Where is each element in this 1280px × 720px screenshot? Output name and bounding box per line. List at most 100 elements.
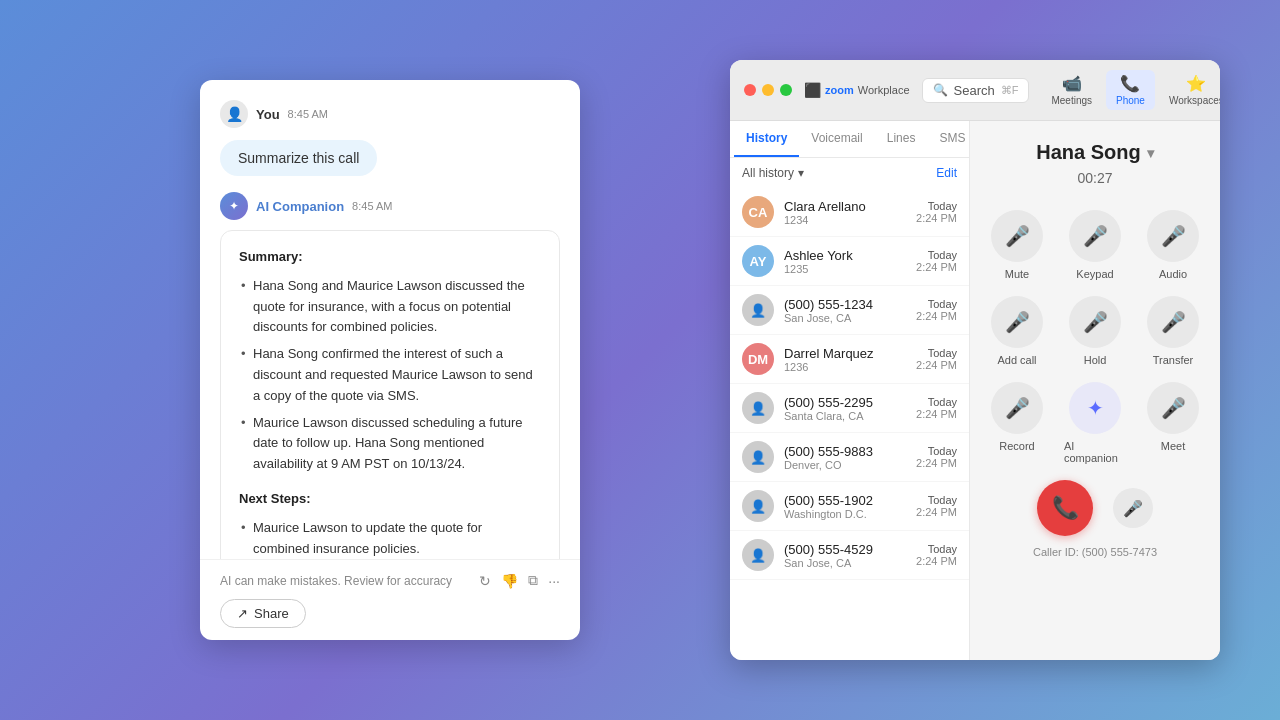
copy-icon[interactable]: ⧉ [528, 572, 538, 589]
list-item[interactable]: 👤 (500) 555-4529 San Jose, CA Today 2:24… [730, 531, 969, 580]
search-icon: 🔍 [933, 83, 948, 97]
meet-label: Meet [1161, 440, 1185, 452]
nav-meetings-label: Meetings [1051, 95, 1092, 106]
list-item[interactable]: CA Clara Arellano 1234 Today 2:24 PM [730, 188, 969, 237]
contact-time: Today 2:24 PM [916, 396, 957, 420]
avatar: DM [742, 343, 774, 375]
thumbs-up-icon[interactable]: ↻ [479, 573, 491, 589]
avatar: CA [742, 196, 774, 228]
record-label: Record [999, 440, 1034, 452]
more-icon[interactable]: ··· [548, 573, 560, 589]
tab-lines[interactable]: Lines [875, 121, 928, 157]
meet-icon: 🎤 [1147, 382, 1199, 434]
contact-info: Darrel Marquez 1236 [784, 346, 906, 373]
contact-info: (500) 555-4529 San Jose, CA [784, 542, 906, 569]
contact-time: Today 2:24 PM [916, 347, 957, 371]
contact-info: (500) 555-1902 Washington D.C. [784, 493, 906, 520]
contact-time-val: 2:24 PM [916, 506, 957, 518]
hold-label: Hold [1084, 354, 1107, 366]
meet-button[interactable]: 🎤 Meet [1142, 382, 1204, 464]
list-item[interactable]: 👤 (500) 555-2295 Santa Clara, CA Today 2… [730, 384, 969, 433]
chat-messages: 👤 You 8:45 AM Summarize this call ✦ AI C… [200, 80, 580, 559]
nav-meetings[interactable]: 📹 Meetings [1041, 70, 1102, 110]
zoom-panel: ⬛ zoom Workplace 🔍 Search ⌘F 📹 Meetings … [730, 60, 1220, 660]
list-item[interactable]: AY Ashlee York 1235 Today 2:24 PM [730, 237, 969, 286]
mic-button[interactable]: 🎤 [1113, 488, 1153, 528]
list-item[interactable]: 👤 (500) 555-9883 Denver, CO Today 2:24 P… [730, 433, 969, 482]
call-duration: 00:27 [1077, 170, 1112, 186]
filter-label: All history [742, 166, 794, 180]
zoom-content: History Voicemail Lines SMS All history … [730, 121, 1220, 660]
call-panel: Hana Song ▾ 00:27 🎤 Mute 🎤 Keypad 🎤 Audi… [970, 121, 1220, 660]
contact-list: CA Clara Arellano 1234 Today 2:24 PM AY … [730, 188, 969, 660]
call-name-text: Hana Song [1036, 141, 1140, 164]
minimize-button[interactable] [762, 84, 774, 96]
ai-companion-button[interactable]: ✦ AI companion [1064, 382, 1126, 464]
contact-date: Today [916, 347, 957, 359]
summary-list: Hana Song and Maurice Lawson discussed t… [239, 276, 541, 475]
search-bar[interactable]: 🔍 Search ⌘F [922, 78, 1030, 103]
record-button[interactable]: 🎤 Record [986, 382, 1048, 464]
tab-voicemail[interactable]: Voicemail [799, 121, 874, 157]
end-call-icon: 📞 [1052, 495, 1079, 521]
share-button[interactable]: ↗ Share [220, 599, 306, 628]
transfer-icon: 🎤 [1147, 296, 1199, 348]
keypad-button[interactable]: 🎤 Keypad [1064, 210, 1126, 280]
contact-number: Denver, CO [784, 459, 906, 471]
contact-name: (500) 555-4529 [784, 542, 906, 557]
maximize-button[interactable] [780, 84, 792, 96]
mic-icon: 🎤 [1123, 499, 1143, 518]
contact-time-val: 2:24 PM [916, 408, 957, 420]
contact-date: Today [916, 543, 957, 555]
next-steps-section: Next Steps: Maurice Lawson to update the… [239, 489, 541, 559]
caller-id: Caller ID: (500) 555-7473 [1033, 546, 1157, 558]
contact-time-val: 2:24 PM [916, 261, 957, 273]
search-shortcut: ⌘F [1001, 84, 1019, 97]
thumbs-down-icon[interactable]: 👎 [501, 573, 518, 589]
all-history-filter[interactable]: All history ▾ [742, 166, 804, 180]
avatar: AY [742, 245, 774, 277]
avatar: 👤 [742, 294, 774, 326]
call-controls: 🎤 Mute 🎤 Keypad 🎤 Audio 🎤 Add call 🎤 [986, 210, 1204, 464]
contact-name: (500) 555-1902 [784, 493, 906, 508]
history-header: All history ▾ Edit [730, 158, 969, 188]
end-call-button[interactable]: 📞 [1037, 480, 1093, 536]
edit-button[interactable]: Edit [936, 166, 957, 180]
transfer-button[interactable]: 🎤 Transfer [1142, 296, 1204, 366]
zoom-titlebar: ⬛ zoom Workplace 🔍 Search ⌘F 📹 Meetings … [730, 60, 1220, 121]
list-item[interactable]: DM Darrel Marquez 1236 Today 2:24 PM [730, 335, 969, 384]
user-message-row: 👤 You 8:45 AM [220, 100, 560, 128]
list-item[interactable]: 👤 (500) 555-1234 San Jose, CA Today 2:24… [730, 286, 969, 335]
contact-time-val: 2:24 PM [916, 359, 957, 371]
nav-phone[interactable]: 📞 Phone [1106, 70, 1155, 110]
nav-phone-label: Phone [1116, 95, 1145, 106]
zoom-title: zoom [825, 84, 854, 96]
chevron-down-icon: ▾ [798, 166, 804, 180]
summary-title: Summary: [239, 247, 541, 268]
chat-panel: 👤 You 8:45 AM Summarize this call ✦ AI C… [200, 80, 580, 640]
contact-date: Today [916, 249, 957, 261]
avatar: 👤 [742, 441, 774, 473]
meetings-icon: 📹 [1062, 74, 1082, 93]
close-button[interactable] [744, 84, 756, 96]
chat-footer: AI can make mistakes. Review for accurac… [200, 559, 580, 640]
contact-info: Clara Arellano 1234 [784, 199, 906, 226]
contact-time: Today 2:24 PM [916, 494, 957, 518]
contact-info: (500) 555-2295 Santa Clara, CA [784, 395, 906, 422]
nav-workspaces[interactable]: ⭐ Workspaces [1159, 70, 1220, 110]
mute-button[interactable]: 🎤 Mute [986, 210, 1048, 280]
contact-time-val: 2:24 PM [916, 310, 957, 322]
hold-button[interactable]: 🎤 Hold [1064, 296, 1126, 366]
list-item[interactable]: 👤 (500) 555-1902 Washington D.C. Today 2… [730, 482, 969, 531]
audio-button[interactable]: 🎤 Audio [1142, 210, 1204, 280]
contact-time-val: 2:24 PM [916, 212, 957, 224]
audio-label: Audio [1159, 268, 1187, 280]
workspaces-icon: ⭐ [1186, 74, 1206, 93]
active-call-name: Hana Song ▾ [1036, 141, 1153, 164]
contact-number: Santa Clara, CA [784, 410, 906, 422]
avatar: 👤 [742, 392, 774, 424]
summary-item-3: Maurice Lawson discussed scheduling a fu… [239, 413, 541, 475]
contact-time: Today 2:24 PM [916, 249, 957, 273]
add-call-button[interactable]: 🎤 Add call [986, 296, 1048, 366]
tab-history[interactable]: History [734, 121, 799, 157]
